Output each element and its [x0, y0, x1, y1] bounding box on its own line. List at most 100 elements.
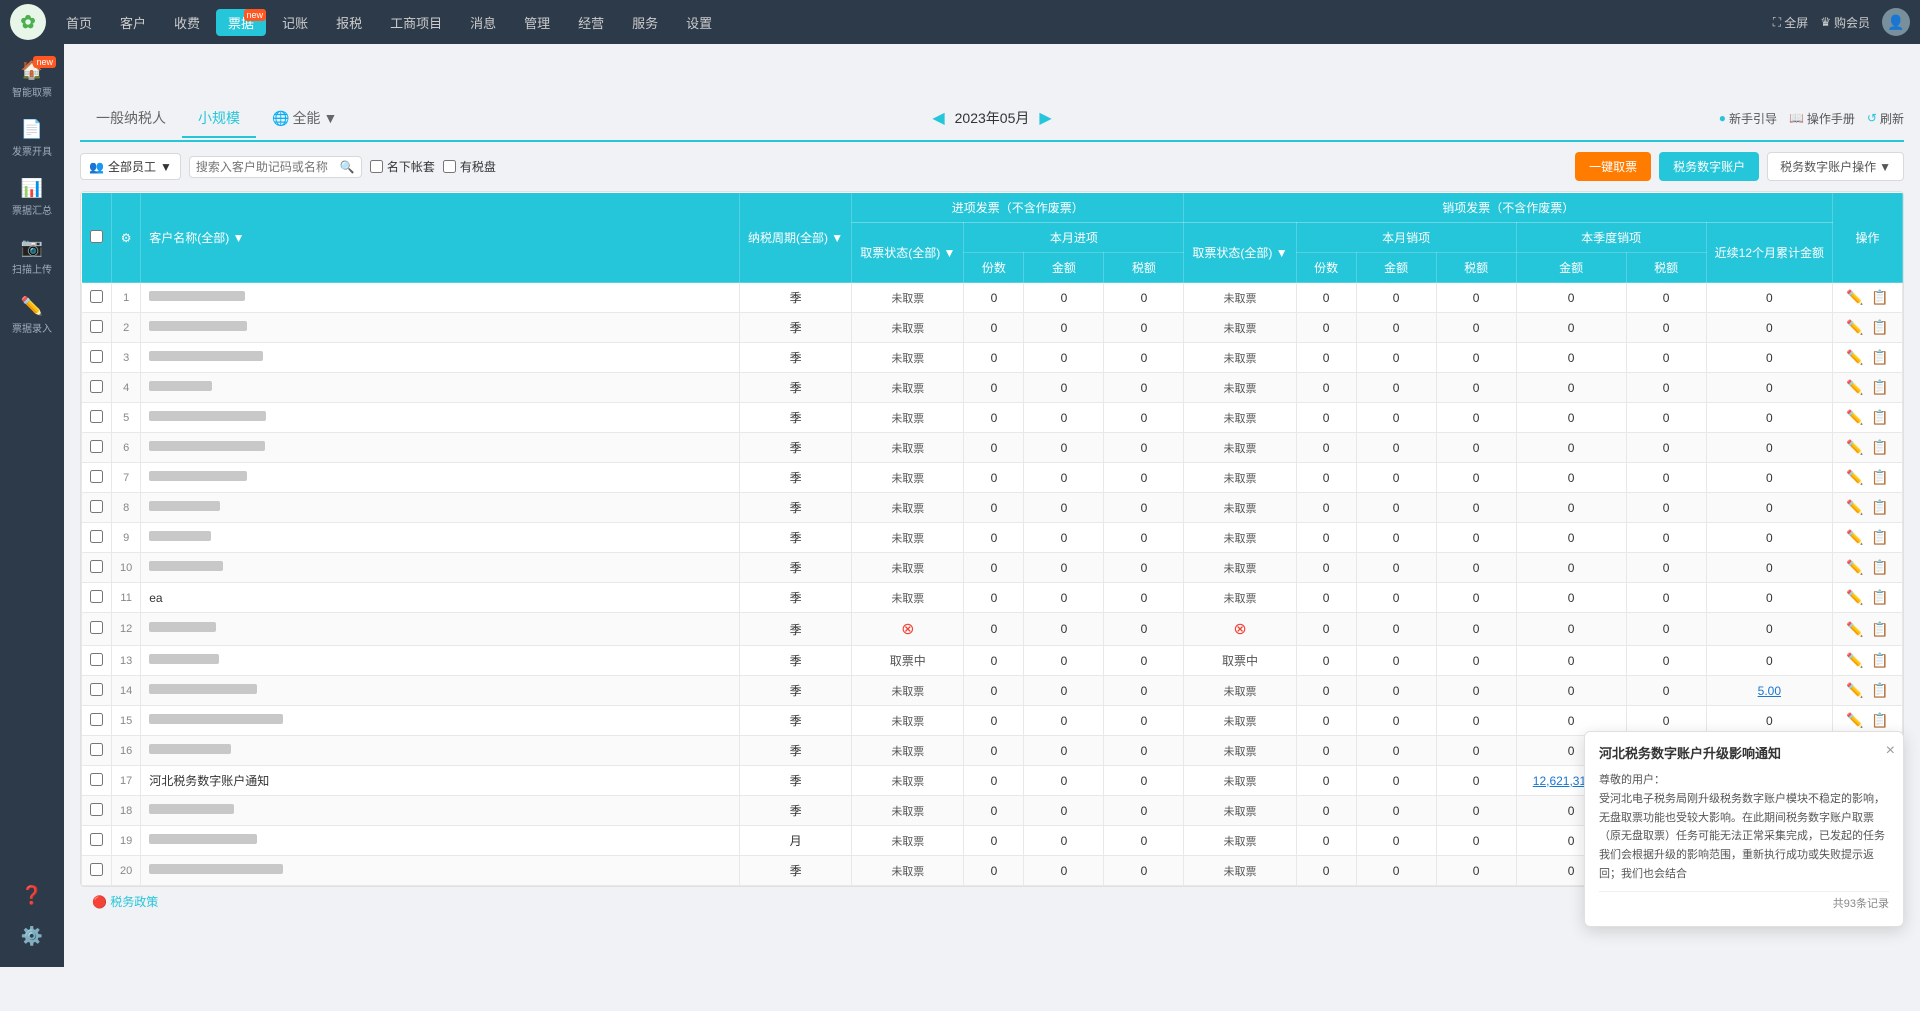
row-checkbox[interactable] — [90, 440, 103, 453]
sidebar-settings[interactable]: ⚙️ — [4, 918, 60, 955]
tab-small-scale[interactable]: 小规模 — [182, 100, 256, 138]
tax-digital-ops-btn[interactable]: 税务数字账户操作 ▼ — [1767, 152, 1904, 181]
tab-all[interactable]: 🌐 全能 ▼ — [256, 100, 353, 138]
tax-digital-account-btn[interactable]: 税务数字账户 — [1659, 152, 1759, 181]
one-click-ticket-btn[interactable]: 一键取票 — [1575, 152, 1651, 181]
row-checkbox[interactable] — [90, 320, 103, 333]
copy-icon[interactable]: 📋 — [1869, 682, 1890, 698]
copy-icon[interactable]: 📋 — [1869, 652, 1890, 668]
row-checkbox[interactable] — [90, 621, 103, 634]
copy-icon[interactable]: 📋 — [1869, 499, 1890, 515]
tab-general-taxpayer[interactable]: 一般纳税人 — [80, 100, 182, 138]
copy-icon[interactable]: 📋 — [1869, 469, 1890, 485]
edit-icon[interactable]: ✏️ — [1844, 652, 1865, 668]
edit-icon[interactable]: ✏️ — [1844, 469, 1865, 485]
edit-icon[interactable]: ✏️ — [1844, 682, 1865, 698]
sidebar-smart-ticket[interactable]: 🏠 智能取票 new — [4, 52, 60, 107]
nav-customer[interactable]: 客户 — [108, 9, 158, 36]
employee-filter[interactable]: 👥 全部员工 ▼ — [80, 153, 181, 180]
sidebar-invoice-summary[interactable]: 📊 票据汇总 — [4, 170, 60, 225]
row-checkbox[interactable] — [90, 410, 103, 423]
copy-icon[interactable]: 📋 — [1869, 409, 1890, 425]
date-next-btn[interactable]: ▶ — [1039, 108, 1051, 128]
copy-icon[interactable]: 📋 — [1869, 529, 1890, 545]
row-checkbox[interactable] — [90, 743, 103, 756]
avatar[interactable]: 👤 — [1882, 8, 1910, 36]
row-checkbox[interactable] — [90, 683, 103, 696]
nav-manage[interactable]: 管理 — [512, 9, 562, 36]
nav-tax[interactable]: 报税 — [324, 9, 374, 36]
edit-icon[interactable]: ✏️ — [1844, 409, 1865, 425]
row-checkbox[interactable] — [90, 560, 103, 573]
nav-message[interactable]: 消息 — [458, 9, 508, 36]
edit-icon[interactable]: ✏️ — [1844, 439, 1865, 455]
sidebar-invoice-open[interactable]: 📄 发票开具 — [4, 111, 60, 166]
sidebar-scan-upload[interactable]: 📷 扫描上传 — [4, 229, 60, 284]
nav-invoice[interactable]: 票据 new — [216, 9, 266, 36]
row-checkbox[interactable] — [90, 833, 103, 846]
nav-business[interactable]: 工商项目 — [378, 9, 454, 36]
copy-icon[interactable]: 📋 — [1869, 319, 1890, 335]
row-checkbox[interactable] — [90, 290, 103, 303]
nav-home[interactable]: 首页 — [54, 9, 104, 36]
th-tax-cycle[interactable]: 纳税周期(全部) ▼ — [739, 193, 851, 283]
out-tax-cell: 0 — [1436, 283, 1516, 313]
th-out-status[interactable]: 取票状态(全部) ▼ — [1184, 223, 1296, 283]
row-checkbox[interactable] — [90, 590, 103, 603]
row-checkbox[interactable] — [90, 380, 103, 393]
row-checkbox[interactable] — [90, 530, 103, 543]
sidebar-help[interactable]: ❓ — [4, 877, 60, 914]
row-checkbox[interactable] — [90, 653, 103, 666]
row-checkbox[interactable] — [90, 470, 103, 483]
row-num: 1 — [112, 283, 141, 313]
copy-icon[interactable]: 📋 — [1869, 559, 1890, 575]
nav-service[interactable]: 服务 — [620, 9, 670, 36]
row-checkbox[interactable] — [90, 773, 103, 786]
edit-icon[interactable]: ✏️ — [1844, 529, 1865, 545]
copy-icon[interactable]: 📋 — [1869, 349, 1890, 365]
member-btn[interactable]: ♛ 购会员 — [1820, 14, 1870, 31]
nav-charge[interactable]: 收费 — [162, 9, 212, 36]
edit-icon[interactable]: ✏️ — [1844, 289, 1865, 305]
row-checkbox[interactable] — [90, 803, 103, 816]
edit-icon[interactable]: ✏️ — [1844, 589, 1865, 605]
sidebar-invoice-entry[interactable]: ✏️ 票据录入 — [4, 288, 60, 343]
guide-btn[interactable]: ● 新手引导 — [1719, 110, 1777, 127]
copy-icon[interactable]: 📋 — [1869, 621, 1890, 637]
manual-btn[interactable]: 📖 操作手册 — [1789, 110, 1855, 127]
refresh-btn[interactable]: ↺ 刷新 — [1867, 110, 1904, 127]
copy-icon[interactable]: 📋 — [1869, 589, 1890, 605]
search-input[interactable] — [196, 160, 336, 174]
search-box[interactable]: 🔍 — [189, 156, 362, 178]
row-checkbox[interactable] — [90, 500, 103, 513]
year-amount-value[interactable]: 5.00 — [1758, 684, 1781, 698]
checkbox-account[interactable]: 名下帐套 — [370, 158, 435, 175]
copy-icon[interactable]: 📋 — [1869, 379, 1890, 395]
copy-icon[interactable]: 📋 — [1869, 712, 1890, 728]
row-checkbox[interactable] — [90, 863, 103, 876]
copy-icon[interactable]: 📋 — [1869, 439, 1890, 455]
edit-icon[interactable]: ✏️ — [1844, 499, 1865, 515]
edit-icon[interactable]: ✏️ — [1844, 379, 1865, 395]
copy-icon[interactable]: 📋 — [1869, 289, 1890, 305]
edit-icon[interactable]: ✏️ — [1844, 349, 1865, 365]
nav-bookkeeping[interactable]: 记账 — [270, 9, 320, 36]
row-checkbox[interactable] — [90, 350, 103, 363]
edit-icon[interactable]: ✏️ — [1844, 712, 1865, 728]
select-all-checkbox[interactable] — [90, 230, 103, 243]
nav-settings[interactable]: 设置 — [674, 9, 724, 36]
account-checkbox[interactable] — [370, 160, 383, 173]
taxpad-checkbox[interactable] — [443, 160, 456, 173]
policy-link[interactable]: 🔴 税务政策 — [92, 893, 158, 910]
edit-icon[interactable]: ✏️ — [1844, 319, 1865, 335]
edit-icon[interactable]: ✏️ — [1844, 559, 1865, 575]
nav-operation[interactable]: 经营 — [566, 9, 616, 36]
th-in-status[interactable]: 取票状态(全部) ▼ — [852, 223, 964, 283]
checkbox-taxpad[interactable]: 有税盘 — [443, 158, 496, 175]
fullscreen-btn[interactable]: ⛶ 全屏 — [1773, 14, 1808, 31]
notification-close-btn[interactable]: × — [1886, 738, 1895, 764]
edit-icon[interactable]: ✏️ — [1844, 621, 1865, 637]
date-prev-btn[interactable]: ◀ — [932, 108, 944, 128]
row-checkbox[interactable] — [90, 713, 103, 726]
th-customer-name[interactable]: 客户名称(全部) ▼ — [141, 193, 740, 283]
